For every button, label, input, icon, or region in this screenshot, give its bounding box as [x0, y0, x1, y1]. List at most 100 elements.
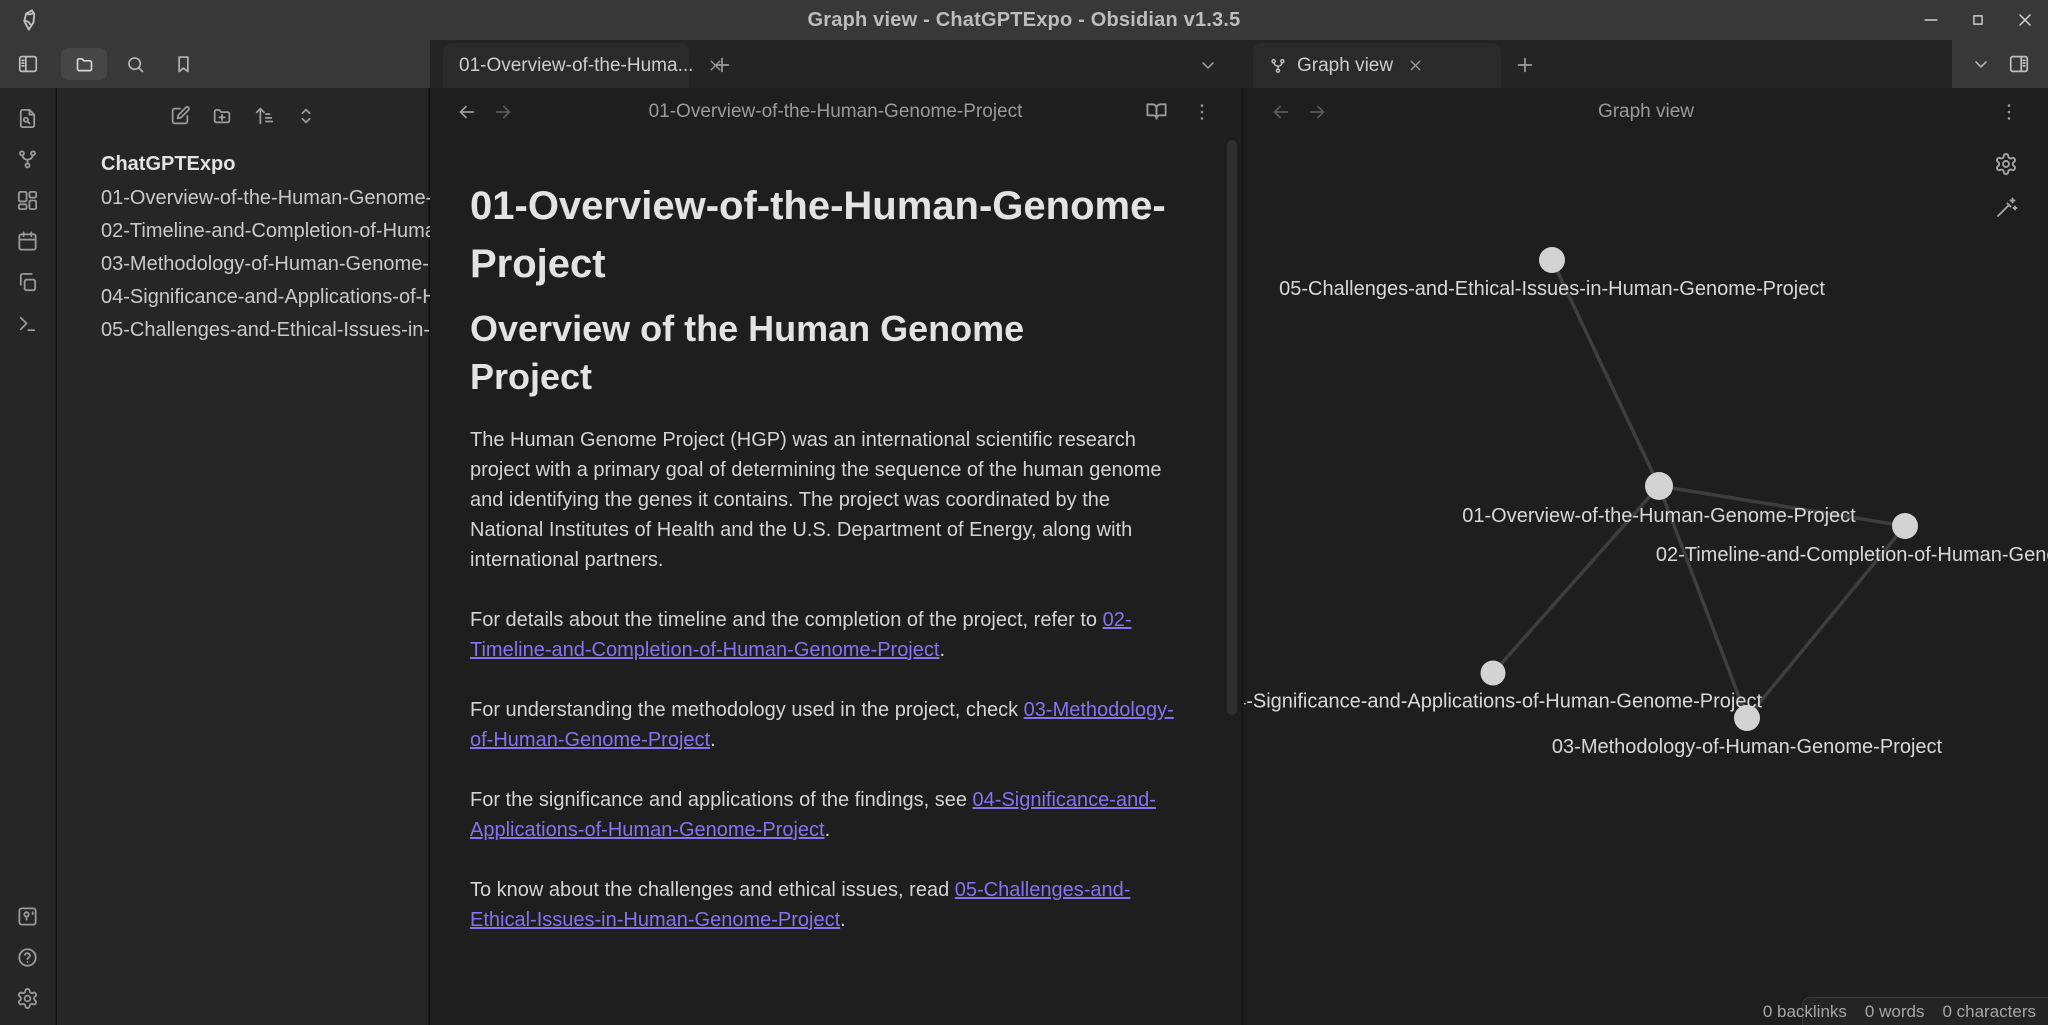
- graph-canvas[interactable]: 05-Challenges-and-Ethical-Issues-in-Huma…: [1244, 135, 2048, 1025]
- graph-more-options-icon[interactable]: [1994, 97, 2024, 127]
- titlebar: Graph view - ChatGPTExpo - Obsidian v1.3…: [0, 0, 2048, 40]
- tab-close-icon[interactable]: [1407, 57, 1424, 74]
- editor-header: 01-Overview-of-the-Human-Genome-Project: [430, 88, 1241, 135]
- file-explorer-sidebar: ChatGPTExpo 01-Overview-of-the-Human-Gen…: [57, 88, 429, 1025]
- editor-tab-list-chevron-icon[interactable]: [1192, 49, 1224, 81]
- new-note-button[interactable]: [163, 99, 197, 133]
- status-bar: 0 backlinks0 words0 characters: [1802, 997, 2048, 1025]
- square-pen-icon: [169, 105, 191, 127]
- window-close-button[interactable]: [2001, 0, 2048, 40]
- help-icon: [16, 946, 39, 969]
- tab-editor-note[interactable]: 01-Overview-of-the-Huma...: [443, 43, 689, 88]
- doc-h2: Overview of the Human Genome Project: [470, 305, 1120, 401]
- ribbon-graph-view-button[interactable]: [9, 140, 47, 178]
- file-list-item[interactable]: 04-Significance-and-Applications-of-Hu..…: [57, 281, 428, 314]
- back-arrow-icon[interactable]: [452, 97, 482, 127]
- left-sidebar-toggle-button[interactable]: [11, 47, 45, 81]
- paragraph-text: For the significance and applications of…: [470, 789, 973, 811]
- forward-arrow-icon[interactable]: [488, 97, 518, 127]
- ribbon: [0, 88, 56, 1025]
- file-explorer-actions: [57, 88, 428, 140]
- graph-node-01[interactable]: [1645, 472, 1673, 500]
- file-list-item[interactable]: 05-Challenges-and-Ethical-Issues-in-Hu..…: [57, 314, 428, 347]
- chevrons-up-down-icon: [295, 105, 317, 127]
- graph-tab-icon: [1269, 57, 1287, 75]
- editor-more-options-icon[interactable]: [1187, 97, 1217, 127]
- left-frame-header: [0, 40, 430, 88]
- new-folder-button[interactable]: [205, 99, 239, 133]
- graph-effects-button[interactable]: [1990, 192, 2022, 224]
- sidebar-tab-files[interactable]: [61, 48, 107, 80]
- graph-header: Graph view: [1244, 88, 2048, 135]
- tab-graph-view[interactable]: Graph view: [1253, 43, 1501, 88]
- obsidian-logo-icon: [17, 8, 41, 32]
- editor-header-title: 01-Overview-of-the-Human-Genome-Project: [430, 101, 1241, 123]
- file-list-item[interactable]: 01-Overview-of-the-Human-Genome-Pr...: [57, 182, 428, 215]
- paragraph-text: .: [710, 729, 716, 751]
- status-item: 0 backlinks: [1763, 1002, 1847, 1022]
- search-icon: [125, 54, 146, 75]
- graph-node-label-05: 05-Challenges-and-Ethical-Issues-in-Huma…: [1279, 278, 1825, 300]
- graph-node-02[interactable]: [1892, 513, 1918, 539]
- ribbon-templates-button[interactable]: [9, 263, 47, 301]
- gear-icon: [16, 987, 39, 1010]
- editor-pane: 01-Overview-of-the-Human-Genome-Project …: [430, 88, 1241, 1025]
- calendar-icon: [16, 230, 39, 253]
- ribbon-quick-switcher-button[interactable]: [9, 99, 47, 137]
- new-tab-button-right[interactable]: [1509, 49, 1541, 81]
- graph-tab-list-chevron-icon[interactable]: [1964, 47, 1998, 81]
- terminal-icon: [16, 312, 39, 335]
- graph-controls: [1990, 148, 2022, 224]
- back-arrow-icon[interactable]: [1266, 97, 1296, 127]
- window-minimize-button[interactable]: [1907, 0, 1954, 40]
- file-list: 01-Overview-of-the-Human-Genome-Pr...02-…: [57, 182, 428, 347]
- graph-node-label-01: 01-Overview-of-the-Human-Genome-Project: [1462, 505, 1856, 527]
- graph-settings-button[interactable]: [1990, 148, 2022, 180]
- graph-node-04[interactable]: [1481, 661, 1506, 686]
- editor-scrollbar-thumb[interactable]: [1227, 140, 1237, 715]
- bookmark-icon: [173, 54, 194, 75]
- tab-editor-title: 01-Overview-of-the-Huma...: [459, 55, 693, 77]
- paragraph-text: To know about the challenges and ethical…: [470, 879, 955, 901]
- right-sidebar-toggle-button[interactable]: [2002, 47, 2036, 81]
- doc-paragraph: The Human Genome Project (HGP) was an in…: [470, 425, 1175, 575]
- sort-order-button[interactable]: [247, 99, 281, 133]
- graph-node-label-04: 04-Significance-and-Applications-of-Huma…: [1244, 691, 1762, 713]
- graph-node-03[interactable]: [1734, 705, 1760, 731]
- copy-icon: [16, 271, 39, 294]
- graph-node-label-02: 02-Timeline-and-Completion-of-Human-Geno…: [1656, 544, 2048, 566]
- doc-paragraph: For understanding the methodology used i…: [470, 695, 1175, 755]
- file-list-item[interactable]: 03-Methodology-of-Human-Genome-Pr...: [57, 248, 428, 281]
- folder-title[interactable]: ChatGPTExpo: [101, 150, 428, 178]
- tab-graph-title: Graph view: [1297, 55, 1393, 77]
- status-item: 0 words: [1865, 1002, 1925, 1022]
- ribbon-help-button[interactable]: [9, 938, 47, 976]
- sidebar-tab-bookmarks[interactable]: [163, 48, 203, 80]
- paragraph-text: .: [825, 819, 831, 841]
- doc-paragraph: For the significance and applications of…: [470, 785, 1175, 845]
- collapse-all-button[interactable]: [289, 99, 323, 133]
- graph-node-05[interactable]: [1539, 247, 1565, 273]
- doc-h1: 01-Overview-of-the-Human-Genome-Project: [470, 177, 1191, 293]
- file-search-icon: [16, 107, 39, 130]
- window-controls: [1907, 0, 2048, 40]
- ribbon-daily-note-button[interactable]: [9, 222, 47, 260]
- reading-view-icon[interactable]: [1141, 97, 1171, 127]
- ribbon-command-palette-button[interactable]: [9, 304, 47, 342]
- folder-plus-icon: [211, 105, 233, 127]
- right-frame-header: [1952, 40, 2048, 88]
- paragraph-text: For details about the timeline and the c…: [470, 609, 1103, 631]
- file-list-item[interactable]: 02-Timeline-and-Completion-of-Human...: [57, 215, 428, 248]
- ribbon-canvas-button[interactable]: [9, 181, 47, 219]
- ribbon-open-vault-button[interactable]: [9, 897, 47, 935]
- doc-paragraph: For details about the timeline and the c…: [470, 605, 1175, 665]
- forward-arrow-icon[interactable]: [1302, 97, 1332, 127]
- window-maximize-button[interactable]: [1954, 0, 2001, 40]
- graph-header-title: Graph view: [1244, 101, 2048, 123]
- new-tab-button[interactable]: [706, 49, 738, 81]
- status-item: 0 characters: [1942, 1002, 2036, 1022]
- sidebar-tab-search[interactable]: [115, 48, 155, 80]
- ribbon-settings-button[interactable]: [9, 979, 47, 1017]
- paragraph-text: The Human Genome Project (HGP) was an in…: [470, 429, 1162, 571]
- doc-paragraphs: The Human Genome Project (HGP) was an in…: [470, 425, 1191, 935]
